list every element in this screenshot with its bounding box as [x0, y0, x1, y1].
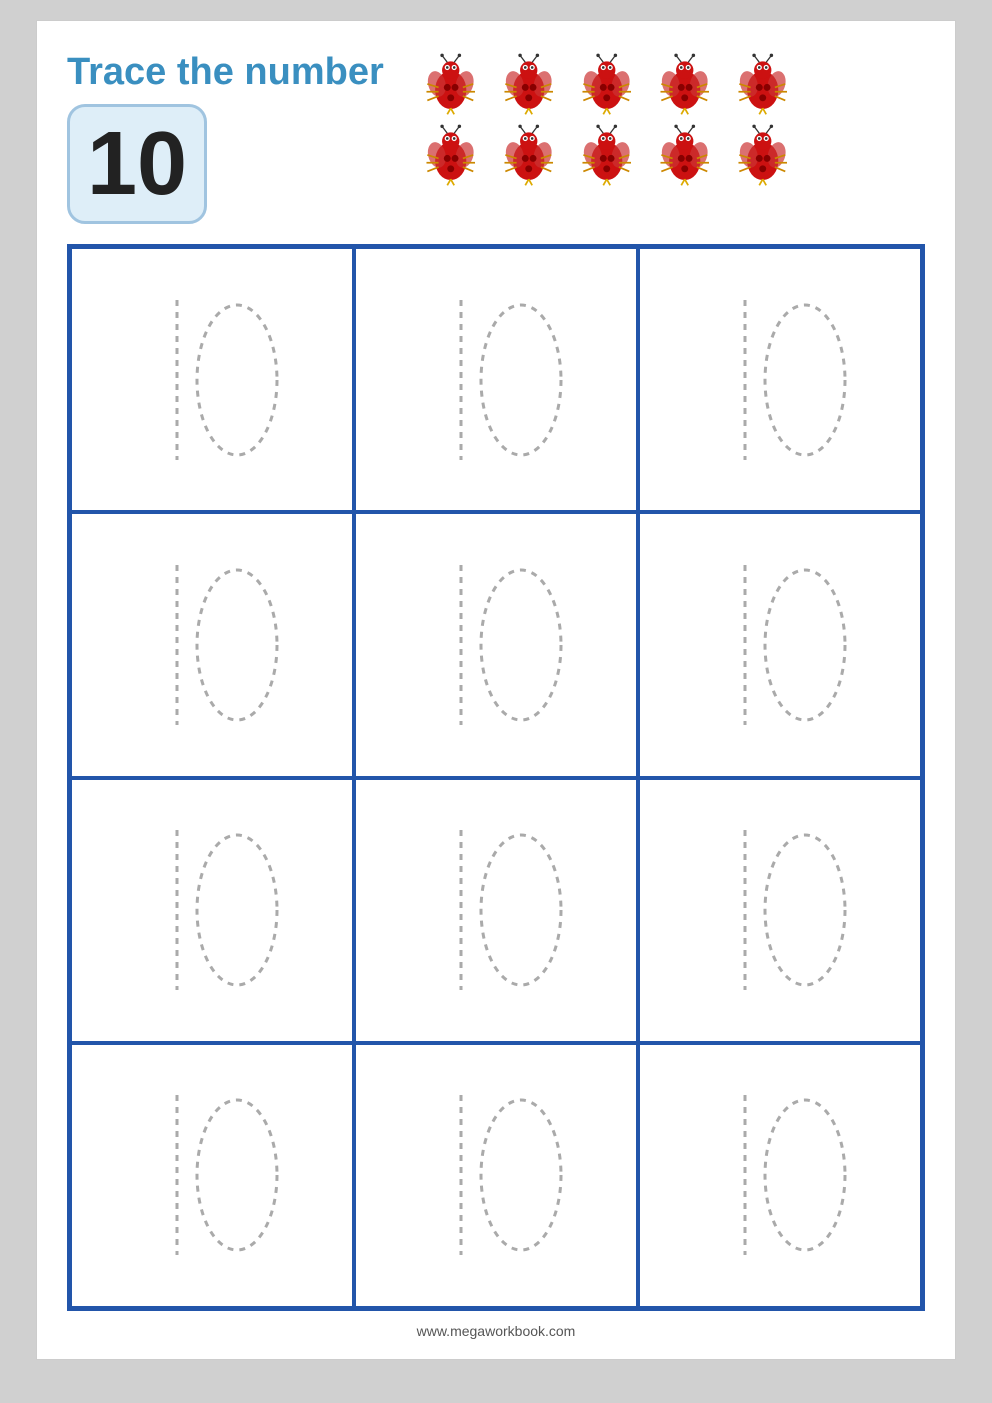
page-title: Trace the number	[67, 51, 384, 94]
website-url: www.megaworkbook.com	[417, 1323, 576, 1339]
trace-number-svg	[690, 1075, 870, 1275]
page: Trace the number 10	[36, 20, 956, 1360]
header: Trace the number 10	[67, 51, 925, 224]
trace-cell[interactable]	[70, 778, 354, 1043]
trace-number-svg	[122, 810, 302, 1010]
bug-icon	[492, 51, 562, 116]
bugs-row-bottom	[414, 122, 796, 187]
trace-cell[interactable]	[70, 247, 354, 512]
number-display: 10	[87, 119, 187, 209]
trace-number-svg	[690, 810, 870, 1010]
trace-cell[interactable]	[638, 1043, 922, 1308]
bugs-row-top	[414, 51, 796, 116]
trace-number-svg	[122, 545, 302, 745]
bug-icon	[570, 122, 640, 187]
trace-number-svg	[690, 545, 870, 745]
trace-cell[interactable]	[354, 512, 638, 777]
trace-number-svg	[406, 545, 586, 745]
trace-number-svg	[406, 280, 586, 480]
trace-number-svg	[690, 280, 870, 480]
trace-grid	[67, 244, 925, 1311]
trace-cell[interactable]	[638, 512, 922, 777]
bug-icon	[414, 51, 484, 116]
bug-icon	[570, 51, 640, 116]
header-left: Trace the number 10	[67, 51, 384, 224]
bug-icon	[648, 51, 718, 116]
trace-cell[interactable]	[70, 512, 354, 777]
number-box: 10	[67, 104, 207, 224]
trace-cell[interactable]	[354, 247, 638, 512]
trace-number-svg	[122, 1075, 302, 1275]
footer: www.megaworkbook.com	[67, 1323, 925, 1339]
trace-number-svg	[406, 1075, 586, 1275]
bug-icon	[414, 122, 484, 187]
bugs-container	[414, 51, 796, 187]
bug-icon	[726, 122, 796, 187]
bug-icon	[492, 122, 562, 187]
trace-cell[interactable]	[354, 778, 638, 1043]
trace-cell[interactable]	[638, 778, 922, 1043]
trace-cell[interactable]	[638, 247, 922, 512]
trace-number-svg	[122, 280, 302, 480]
trace-cell[interactable]	[70, 1043, 354, 1308]
trace-cell[interactable]	[354, 1043, 638, 1308]
bug-icon	[726, 51, 796, 116]
trace-number-svg	[406, 810, 586, 1010]
bug-icon	[648, 122, 718, 187]
